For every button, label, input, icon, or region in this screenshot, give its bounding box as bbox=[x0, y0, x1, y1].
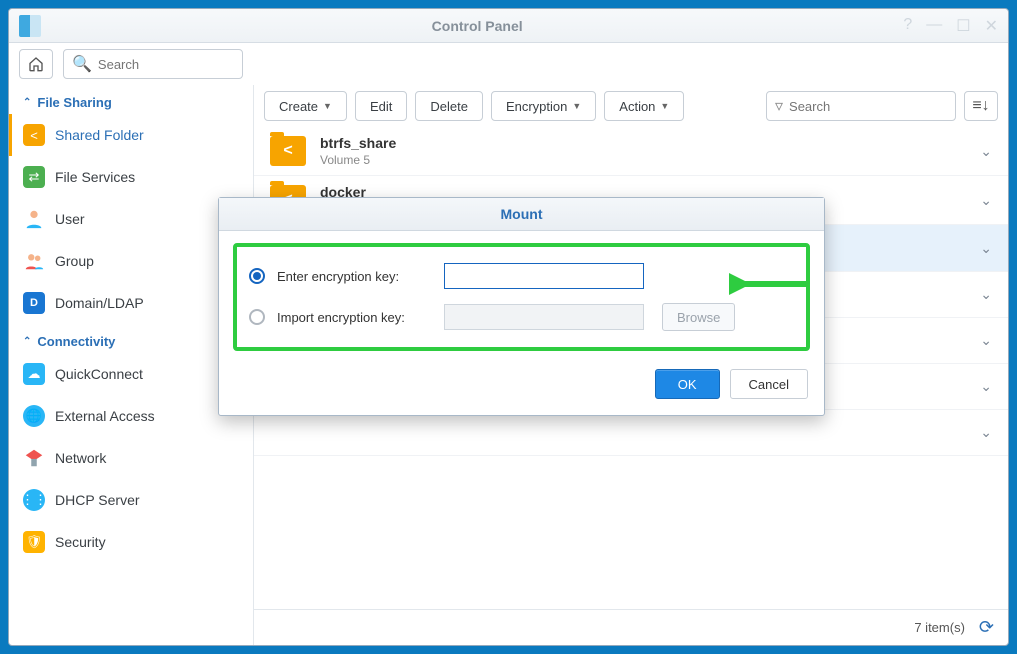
dialog-footer: OK Cancel bbox=[219, 355, 824, 415]
network-icon bbox=[23, 447, 45, 469]
control-panel-window: Control Panel ? — ☐ ✕ 🔍 ⌃ File Sharing <… bbox=[8, 8, 1009, 646]
encryption-key-input[interactable] bbox=[444, 263, 644, 289]
list-item[interactable]: ⌄ bbox=[254, 410, 1008, 456]
chevron-down-icon[interactable]: ⌄ bbox=[980, 332, 992, 349]
nav-dhcp-server[interactable]: ⋮⋮ DHCP Server bbox=[9, 479, 253, 521]
option-enter-key[interactable]: Enter encryption key: bbox=[249, 263, 794, 289]
section-connectivity[interactable]: ⌃ Connectivity bbox=[9, 324, 253, 353]
globe-icon: 🌐 bbox=[23, 405, 45, 427]
nav-group[interactable]: Group bbox=[9, 240, 253, 282]
cancel-button[interactable]: Cancel bbox=[730, 369, 808, 399]
window-title: Control Panel bbox=[51, 18, 903, 34]
titlebar: Control Panel ? — ☐ ✕ bbox=[9, 9, 1008, 43]
dialog-title: Mount bbox=[219, 198, 824, 231]
radio-enter-key[interactable] bbox=[249, 268, 265, 284]
item-count: 7 item(s) bbox=[914, 620, 965, 635]
share-folder-icon bbox=[270, 136, 306, 166]
home-button[interactable] bbox=[19, 49, 53, 79]
sort-button[interactable]: ≡↓ bbox=[964, 91, 998, 121]
shared-folder-icon: < bbox=[23, 124, 45, 146]
chevron-down-icon[interactable]: ⌄ bbox=[980, 424, 992, 441]
option-import-key[interactable]: Import encryption key: Browse bbox=[249, 303, 794, 331]
group-icon bbox=[23, 250, 45, 272]
search-icon: 🔍 bbox=[72, 54, 92, 74]
top-row: 🔍 bbox=[9, 43, 1008, 85]
caret-down-icon: ▼ bbox=[660, 101, 669, 111]
help-icon[interactable]: ? bbox=[903, 16, 912, 36]
delete-button[interactable]: Delete bbox=[415, 91, 483, 121]
arrow-annotation bbox=[729, 269, 809, 304]
file-services-icon: ⇄ bbox=[23, 166, 45, 188]
section-label: File Sharing bbox=[37, 95, 111, 110]
main-search[interactable]: ▿ bbox=[766, 91, 956, 121]
highlight-annotation: Enter encryption key: Import encryption … bbox=[233, 243, 810, 351]
close-icon[interactable]: ✕ bbox=[985, 16, 998, 36]
window-controls: ? — ☐ ✕ bbox=[903, 16, 998, 36]
edit-button[interactable]: Edit bbox=[355, 91, 407, 121]
section-label: Connectivity bbox=[37, 334, 115, 349]
nav-quickconnect[interactable]: ☁ QuickConnect bbox=[9, 353, 253, 395]
mount-dialog: Mount Enter encryption key: Import encry… bbox=[218, 197, 825, 416]
maximize-icon[interactable]: ☐ bbox=[956, 16, 970, 36]
domain-icon: D bbox=[23, 292, 45, 314]
cloud-icon: ☁ bbox=[23, 363, 45, 385]
chevron-up-icon: ⌃ bbox=[23, 336, 31, 347]
home-icon bbox=[28, 56, 44, 72]
chevron-up-icon: ⌃ bbox=[23, 97, 31, 108]
caret-down-icon: ▼ bbox=[323, 101, 332, 111]
chevron-down-icon[interactable]: ⌄ bbox=[980, 378, 992, 395]
create-button[interactable]: Create▼ bbox=[264, 91, 347, 121]
main-toolbar: Create▼ Edit Delete Encryption▼ Action▼ … bbox=[254, 85, 1008, 127]
encryption-button[interactable]: Encryption▼ bbox=[491, 91, 596, 121]
caret-down-icon: ▼ bbox=[572, 101, 581, 111]
chevron-down-icon[interactable]: ⌄ bbox=[980, 192, 992, 209]
sidebar-search[interactable]: 🔍 bbox=[63, 49, 243, 79]
app-icon bbox=[19, 15, 41, 37]
chevron-down-icon[interactable]: ⌄ bbox=[980, 143, 992, 160]
main-search-input[interactable] bbox=[789, 99, 947, 114]
sidebar-search-input[interactable] bbox=[98, 57, 234, 72]
refresh-icon[interactable]: ⟳ bbox=[979, 617, 994, 638]
radio-import-key[interactable] bbox=[249, 309, 265, 325]
chevron-down-icon[interactable]: ⌄ bbox=[980, 240, 992, 257]
nav-file-services[interactable]: ⇄ File Services bbox=[9, 156, 253, 198]
ok-button[interactable]: OK bbox=[655, 369, 720, 399]
user-icon bbox=[23, 208, 45, 230]
dhcp-icon: ⋮⋮ bbox=[23, 489, 45, 511]
nav-security[interactable]: 🛡 Security bbox=[9, 521, 253, 563]
nav-domain-ldap[interactable]: D Domain/LDAP bbox=[9, 282, 253, 324]
filter-icon: ▿ bbox=[775, 96, 783, 116]
section-file-sharing[interactable]: ⌃ File Sharing bbox=[9, 85, 253, 114]
import-key-input bbox=[444, 304, 644, 330]
nav-network[interactable]: Network bbox=[9, 437, 253, 479]
minimize-icon[interactable]: — bbox=[926, 16, 942, 36]
action-button[interactable]: Action▼ bbox=[604, 91, 684, 121]
list-item[interactable]: btrfs_share Volume 5 ⌄ bbox=[254, 127, 1008, 176]
footer: 7 item(s) ⟳ bbox=[254, 609, 1008, 645]
shield-icon: 🛡 bbox=[23, 531, 45, 553]
nav-shared-folder[interactable]: < Shared Folder bbox=[9, 114, 253, 156]
nav-external-access[interactable]: 🌐 External Access bbox=[9, 395, 253, 437]
browse-button: Browse bbox=[662, 303, 735, 331]
nav-user[interactable]: User bbox=[9, 198, 253, 240]
chevron-down-icon[interactable]: ⌄ bbox=[980, 286, 992, 303]
